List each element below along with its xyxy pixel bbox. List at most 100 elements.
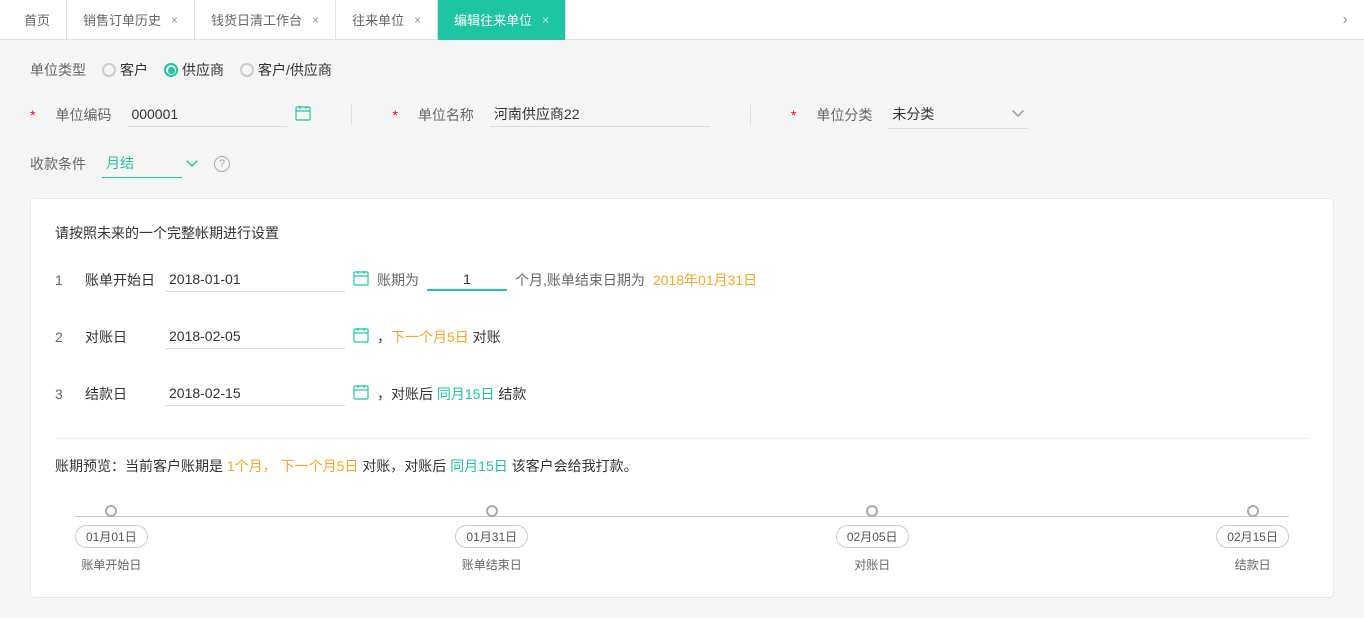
payment-date-calendar-icon[interactable] — [353, 384, 369, 403]
tl-label-2: 对账日 — [854, 556, 890, 573]
radio-supplier[interactable]: 供应商 — [164, 60, 224, 80]
tl-dot-0 — [105, 505, 117, 517]
radio-both[interactable]: 客户/供应商 — [240, 60, 332, 80]
payment-condition-label: 收款条件 — [30, 154, 86, 174]
tl-pill-2: 02月05日 — [836, 525, 909, 548]
unit-type-radio-group: 客户 供应商 客户/供应商 — [102, 60, 332, 80]
setting-num-3: 3 — [55, 386, 85, 402]
radio-customer-circle — [102, 63, 116, 77]
tab-home[interactable]: 首页 — [8, 0, 67, 40]
preview-highlight1: 1个月， — [227, 458, 277, 474]
payment-condition-row: 收款条件 月结 ? — [30, 149, 1334, 178]
unit-category-required: * — [791, 107, 796, 123]
radio-customer[interactable]: 客户 — [102, 60, 148, 80]
payment-condition-arrow[interactable] — [186, 157, 198, 171]
tab-bar: 首页 销售订单历史 × 钱货日清工作台 × 往来单位 × 编辑往来单位 × › — [0, 0, 1364, 40]
tab-edit-partner-close[interactable]: × — [542, 13, 549, 27]
unit-type-label: 单位类型 — [30, 60, 86, 80]
separator2 — [750, 105, 751, 125]
preview-middle: 对账，对账后 — [362, 458, 450, 474]
setting-label-2: 对账日 — [85, 327, 165, 347]
setting-row-3: 3 结款日 ，对账后 同月15日 结款 — [55, 381, 1309, 406]
start-date-calendar-icon[interactable] — [353, 270, 369, 289]
unit-code-icon[interactable] — [295, 105, 311, 124]
preview-prefix: 账期预览：当前客户账期是 — [55, 458, 223, 474]
payment-condition-value[interactable]: 月结 — [102, 149, 182, 178]
timeline: 01月01日 账单开始日 01月31日 账单结束日 02月05日 对账日 — [55, 505, 1309, 573]
card-title: 请按照未来的一个完整帐期进行设置 — [55, 223, 1309, 243]
preview-highlight2: 下一个月5日 — [281, 458, 359, 474]
tl-dot-2 — [866, 505, 878, 517]
reconcile-suffix: ，下一个月5日 对账 — [377, 327, 501, 347]
period-input[interactable] — [427, 269, 507, 291]
tl-node-3: 02月15日 结款日 — [1216, 505, 1289, 573]
tab-partners[interactable]: 往来单位 × — [336, 0, 438, 40]
unit-name-label: 单位名称 — [418, 105, 474, 125]
setting-row-1: 1 账单开始日 账期为 个月,账单结束日期为 2018年01月31日 — [55, 267, 1309, 292]
tl-pill-3: 02月15日 — [1216, 525, 1289, 548]
setting-content-1: 账期为 个月,账单结束日期为 2018年01月31日 — [165, 267, 1309, 292]
tab-sales-history-close[interactable]: × — [171, 13, 178, 27]
tab-cash-work[interactable]: 钱货日清工作台 × — [195, 0, 336, 40]
setting-row-2: 2 对账日 ，下一个月5日 对账 — [55, 324, 1309, 349]
setting-num-1: 1 — [55, 272, 85, 288]
unit-code-input[interactable] — [127, 102, 287, 127]
timeline-nodes: 01月01日 账单开始日 01月31日 账单结束日 02月05日 对账日 — [75, 505, 1289, 573]
payment-suffix: ，对账后 同月15日 结款 — [377, 384, 526, 404]
tl-node-0: 01月01日 账单开始日 — [75, 505, 148, 573]
unit-category-label: 单位分类 — [816, 105, 872, 125]
unit-type-row: 单位类型 客户 供应商 客户/供应商 — [30, 60, 1334, 80]
tab-edit-partner[interactable]: 编辑往来单位 × — [438, 0, 566, 40]
preview-container: 账期预览：当前客户账期是 1个月， 下一个月5日 对账，对账后 同月15日 该客… — [55, 438, 1309, 573]
preview-highlight3: 同月15日 — [450, 458, 508, 474]
tab-edit-partner-label: 编辑往来单位 — [454, 10, 532, 29]
tl-label-1: 账单结束日 — [462, 556, 522, 573]
unit-category-dropdown[interactable]: 未分类 — [888, 100, 1028, 129]
radio-both-label: 客户/供应商 — [258, 60, 332, 80]
period-end-date: 2018年01月31日 — [653, 270, 757, 290]
tab-cash-work-close[interactable]: × — [312, 13, 319, 27]
unit-name-input[interactable] — [490, 102, 710, 127]
unit-code-required: * — [30, 107, 35, 123]
unit-code-field-group — [127, 102, 311, 127]
tl-pill-0: 01月01日 — [75, 525, 148, 548]
reconcile-date-input[interactable] — [165, 324, 345, 349]
unit-info-row: * 单位编码 * 单位名称 * 单位分类 未分类 — [30, 100, 1334, 129]
preview-suffix: 该客户会给我打款。 — [512, 458, 638, 474]
period-suffix: 个月,账单结束日期为 — [515, 270, 645, 290]
radio-both-circle — [240, 63, 254, 77]
preview-text: 账期预览：当前客户账期是 1个月， 下一个月5日 对账，对账后 同月15日 该客… — [55, 455, 1309, 477]
setting-label-1: 账单开始日 — [85, 270, 165, 290]
unit-name-required: * — [392, 107, 397, 123]
tab-sales-history-label: 销售订单历史 — [83, 10, 161, 29]
radio-supplier-circle — [164, 63, 178, 77]
card-section: 请按照未来的一个完整帐期进行设置 1 账单开始日 账期为 个月,账单结束日期为 — [30, 198, 1334, 598]
help-icon[interactable]: ? — [214, 156, 230, 172]
tab-partners-label: 往来单位 — [352, 10, 404, 29]
tl-label-0: 账单开始日 — [81, 556, 141, 573]
period-label: 账期为 — [377, 270, 419, 290]
payment-condition-dropdown-group: 月结 — [102, 149, 198, 178]
payment-date-input[interactable] — [165, 381, 345, 406]
setting-num-2: 2 — [55, 329, 85, 345]
setting-content-3: ，对账后 同月15日 结款 — [165, 381, 1309, 406]
unit-category-arrow — [1012, 107, 1024, 121]
radio-customer-label: 客户 — [120, 60, 148, 80]
tl-node-2: 02月05日 对账日 — [836, 505, 909, 573]
payment-highlight: 同月15日 — [437, 386, 495, 402]
tab-expand-button[interactable]: › — [1335, 11, 1356, 29]
tab-cash-work-label: 钱货日清工作台 — [211, 10, 302, 29]
setting-content-2: ，下一个月5日 对账 — [165, 324, 1309, 349]
start-date-input[interactable] — [165, 267, 345, 292]
tab-partners-close[interactable]: × — [414, 13, 421, 27]
tab-sales-history[interactable]: 销售订单历史 × — [67, 0, 195, 40]
main-content: 单位类型 客户 供应商 客户/供应商 * 单位编码 — [0, 40, 1364, 618]
separator1 — [351, 105, 352, 125]
tl-dot-3 — [1247, 505, 1259, 517]
radio-supplier-label: 供应商 — [182, 60, 224, 80]
tl-dot-1 — [486, 505, 498, 517]
unit-code-label: 单位编码 — [55, 105, 111, 125]
tl-label-3: 结款日 — [1235, 556, 1271, 573]
reconcile-date-calendar-icon[interactable] — [353, 327, 369, 346]
tl-node-1: 01月31日 账单结束日 — [455, 505, 528, 573]
